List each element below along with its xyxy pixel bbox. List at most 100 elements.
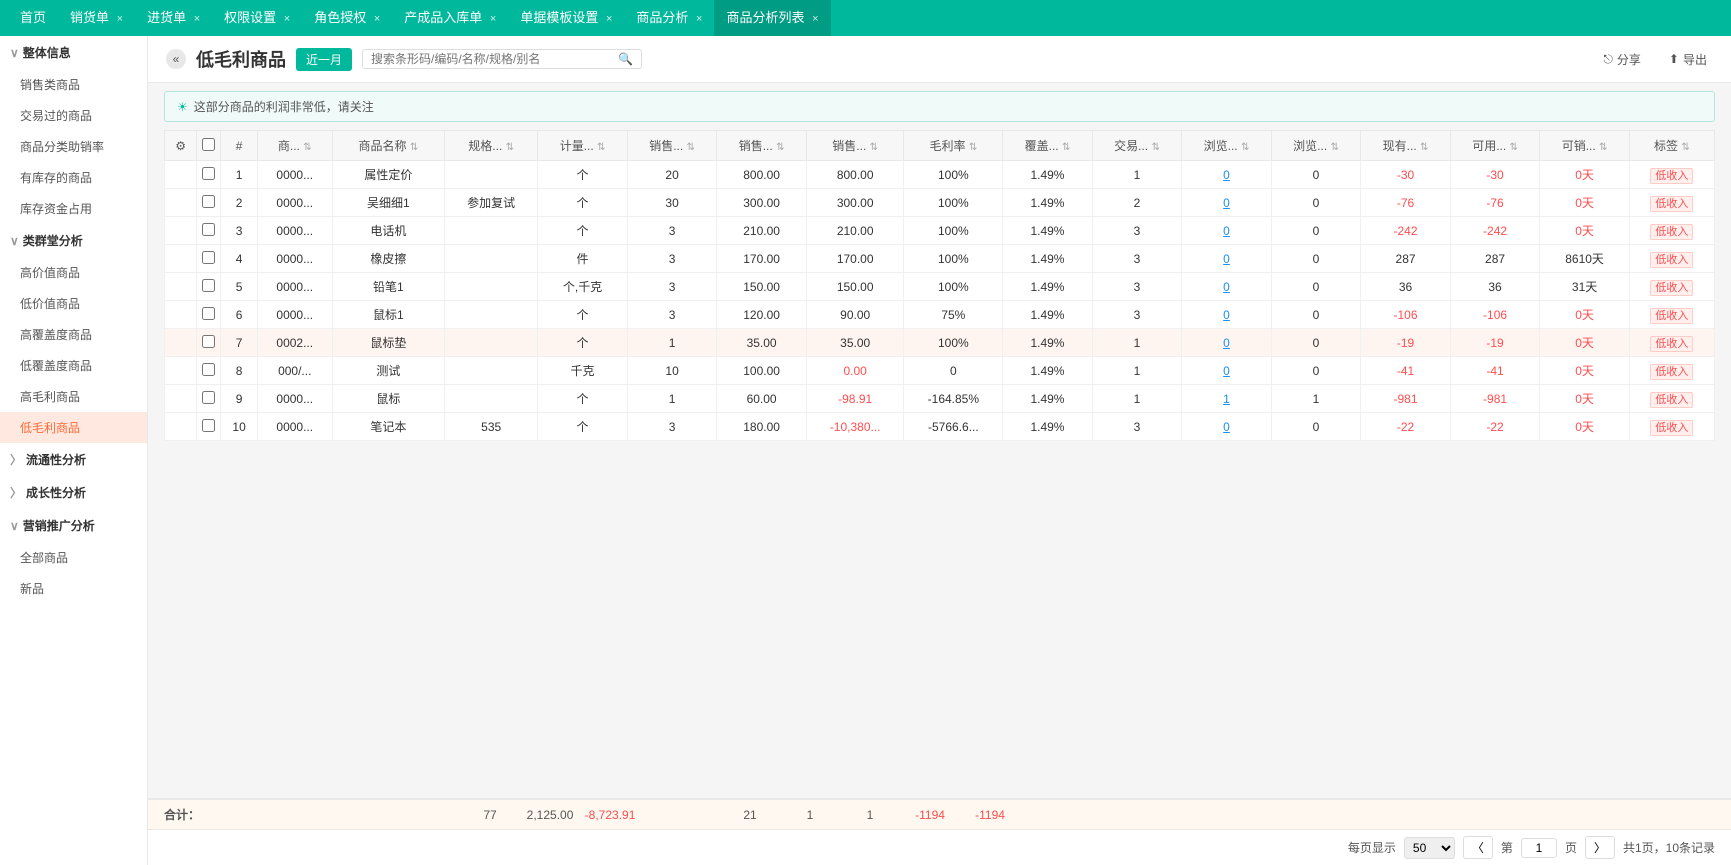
cell-checkbox[interactable]	[197, 301, 221, 329]
view1-link[interactable]: 0	[1223, 308, 1230, 322]
export-button[interactable]: ⬆ 导出	[1661, 47, 1715, 72]
nav-role-auth[interactable]: 角色授权 ×	[302, 0, 392, 36]
col-unit[interactable]: 计量... ⇅	[538, 131, 628, 161]
nav-close-role[interactable]: ×	[374, 13, 380, 25]
sidebar-item-all-goods[interactable]: 全部商品	[0, 542, 147, 573]
row-checkbox[interactable]	[202, 223, 215, 236]
summary-label: 合计：	[164, 806, 200, 823]
col-sales-profit[interactable]: 销售... ⇅	[806, 131, 904, 161]
row-checkbox[interactable]	[202, 195, 215, 208]
sidebar-group-cluster[interactable]: ∨类群堂分析	[0, 224, 147, 257]
nav-goods-analysis-list[interactable]: 商品分析列表 ×	[714, 0, 830, 36]
nav-close-goods-analysis[interactable]: ×	[696, 13, 702, 25]
row-checkbox[interactable]	[202, 335, 215, 348]
col-checkbox[interactable]	[197, 131, 221, 161]
view1-link[interactable]: 1	[1223, 392, 1230, 406]
nav-close-product-in[interactable]: ×	[490, 13, 496, 25]
sidebar-item-high-margin[interactable]: 高毛利商品	[0, 381, 147, 412]
row-checkbox[interactable]	[202, 251, 215, 264]
row-checkbox[interactable]	[202, 307, 215, 320]
view1-link[interactable]: 0	[1223, 336, 1230, 350]
view1-link[interactable]: 0	[1223, 196, 1230, 210]
cell-checkbox[interactable]	[197, 357, 221, 385]
sidebar-item-sales-goods[interactable]: 销售类商品	[0, 69, 147, 100]
cell-checkbox[interactable]	[197, 329, 221, 357]
col-settings[interactable]: ⚙	[165, 131, 197, 161]
cell-checkbox[interactable]	[197, 189, 221, 217]
col-name[interactable]: 商品名称 ⇅	[332, 131, 444, 161]
nav-sales-order[interactable]: 销货单 ×	[58, 0, 135, 36]
row-checkbox[interactable]	[202, 419, 215, 432]
cell-checkbox[interactable]	[197, 161, 221, 189]
cell-spec: 参加复试	[445, 189, 538, 217]
row-checkbox[interactable]	[202, 167, 215, 180]
sidebar-item-category-rate[interactable]: 商品分类助销率	[0, 131, 147, 162]
nav-purchase-order[interactable]: 进货单 ×	[135, 0, 212, 36]
period-button[interactable]: 近一月	[296, 48, 352, 71]
sidebar-item-new-goods[interactable]: 新品	[0, 573, 147, 604]
cell-checkbox[interactable]	[197, 385, 221, 413]
row-checkbox[interactable]	[202, 363, 215, 376]
share-button[interactable]: ⎋ 分享	[1595, 47, 1649, 72]
sidebar-group-growth[interactable]: 〉成长性分析	[0, 476, 147, 509]
search-input[interactable]	[371, 52, 618, 66]
nav-product-in[interactable]: 产成品入库单 ×	[392, 0, 508, 36]
sidebar-item-low-value[interactable]: 低价值商品	[0, 288, 147, 319]
sidebar-item-stock-capital[interactable]: 库存资金占用	[0, 193, 147, 224]
view1-link[interactable]: 0	[1223, 168, 1230, 182]
view1-link[interactable]: 0	[1223, 252, 1230, 266]
next-page-button[interactable]: 〉	[1585, 836, 1615, 859]
view1-link[interactable]: 0	[1223, 420, 1230, 434]
nav-close-purchase[interactable]: ×	[194, 13, 200, 25]
nav-close-template[interactable]: ×	[606, 13, 612, 25]
sidebar-group-marketing[interactable]: ∨营销推广分析	[0, 509, 147, 542]
per-page-label: 每页显示	[1348, 839, 1396, 856]
select-all-checkbox[interactable]	[202, 138, 215, 151]
nav-goods-analysis[interactable]: 商品分析 ×	[624, 0, 714, 36]
sidebar-item-traded-goods[interactable]: 交易过的商品	[0, 100, 147, 131]
col-tag[interactable]: 标签 ⇅	[1629, 131, 1714, 161]
nav-close-goods-list[interactable]: ×	[812, 13, 818, 25]
row-checkbox[interactable]	[202, 391, 215, 404]
col-view2[interactable]: 浏览... ⇅	[1271, 131, 1361, 161]
sidebar-group-overall[interactable]: ∨整体信息	[0, 36, 147, 69]
view1-link[interactable]: 0	[1223, 224, 1230, 238]
page-input[interactable]	[1521, 838, 1557, 858]
col-available-stock[interactable]: 可用... ⇅	[1450, 131, 1540, 161]
nav-close-permission[interactable]: ×	[284, 13, 290, 25]
row-checkbox[interactable]	[202, 279, 215, 292]
view1-link[interactable]: 0	[1223, 280, 1230, 294]
col-trade-count[interactable]: 交易... ⇅	[1092, 131, 1182, 161]
view1-link[interactable]: 0	[1223, 364, 1230, 378]
nav-template[interactable]: 单据模板设置 ×	[508, 0, 624, 36]
prev-page-button[interactable]: 〈	[1463, 836, 1493, 859]
col-cover-rate[interactable]: 覆盖... ⇅	[1003, 131, 1093, 161]
cell-checkbox[interactable]	[197, 413, 221, 441]
nav-permission[interactable]: 权限设置 ×	[212, 0, 302, 36]
arrow-icon: ∨	[10, 46, 19, 60]
sidebar-item-low-coverage[interactable]: 低覆盖度商品	[0, 350, 147, 381]
col-spec[interactable]: 规格... ⇅	[445, 131, 538, 161]
per-page-select[interactable]: 50 20 100	[1404, 837, 1455, 859]
cell-checkbox[interactable]	[197, 217, 221, 245]
col-sellable[interactable]: 可销... ⇅	[1540, 131, 1630, 161]
summary-available-stock: -1194	[960, 808, 1020, 822]
col-gross-margin[interactable]: 毛利率 ⇅	[904, 131, 1003, 161]
sidebar-collapse-btn[interactable]: «	[166, 49, 186, 69]
sidebar-item-low-margin[interactable]: 低毛利商品	[0, 412, 147, 443]
sidebar-group-flow[interactable]: 〉流通性分析	[0, 443, 147, 476]
cell-sales-profit: 170.00	[806, 245, 904, 273]
sidebar-item-high-coverage[interactable]: 高覆盖度商品	[0, 319, 147, 350]
col-view1[interactable]: 浏览... ⇅	[1182, 131, 1272, 161]
search-icon[interactable]: 🔍	[618, 52, 633, 66]
col-code[interactable]: 商... ⇅	[257, 131, 332, 161]
cell-checkbox[interactable]	[197, 273, 221, 301]
nav-close-sales[interactable]: ×	[117, 13, 123, 25]
cell-checkbox[interactable]	[197, 245, 221, 273]
sidebar-item-in-stock[interactable]: 有库存的商品	[0, 162, 147, 193]
col-sales-qty[interactable]: 销售... ⇅	[627, 131, 717, 161]
col-sales-price[interactable]: 销售... ⇅	[717, 131, 807, 161]
sidebar-item-high-value[interactable]: 高价值商品	[0, 257, 147, 288]
col-current-stock[interactable]: 现有... ⇅	[1361, 131, 1451, 161]
nav-home[interactable]: 首页	[8, 0, 58, 36]
